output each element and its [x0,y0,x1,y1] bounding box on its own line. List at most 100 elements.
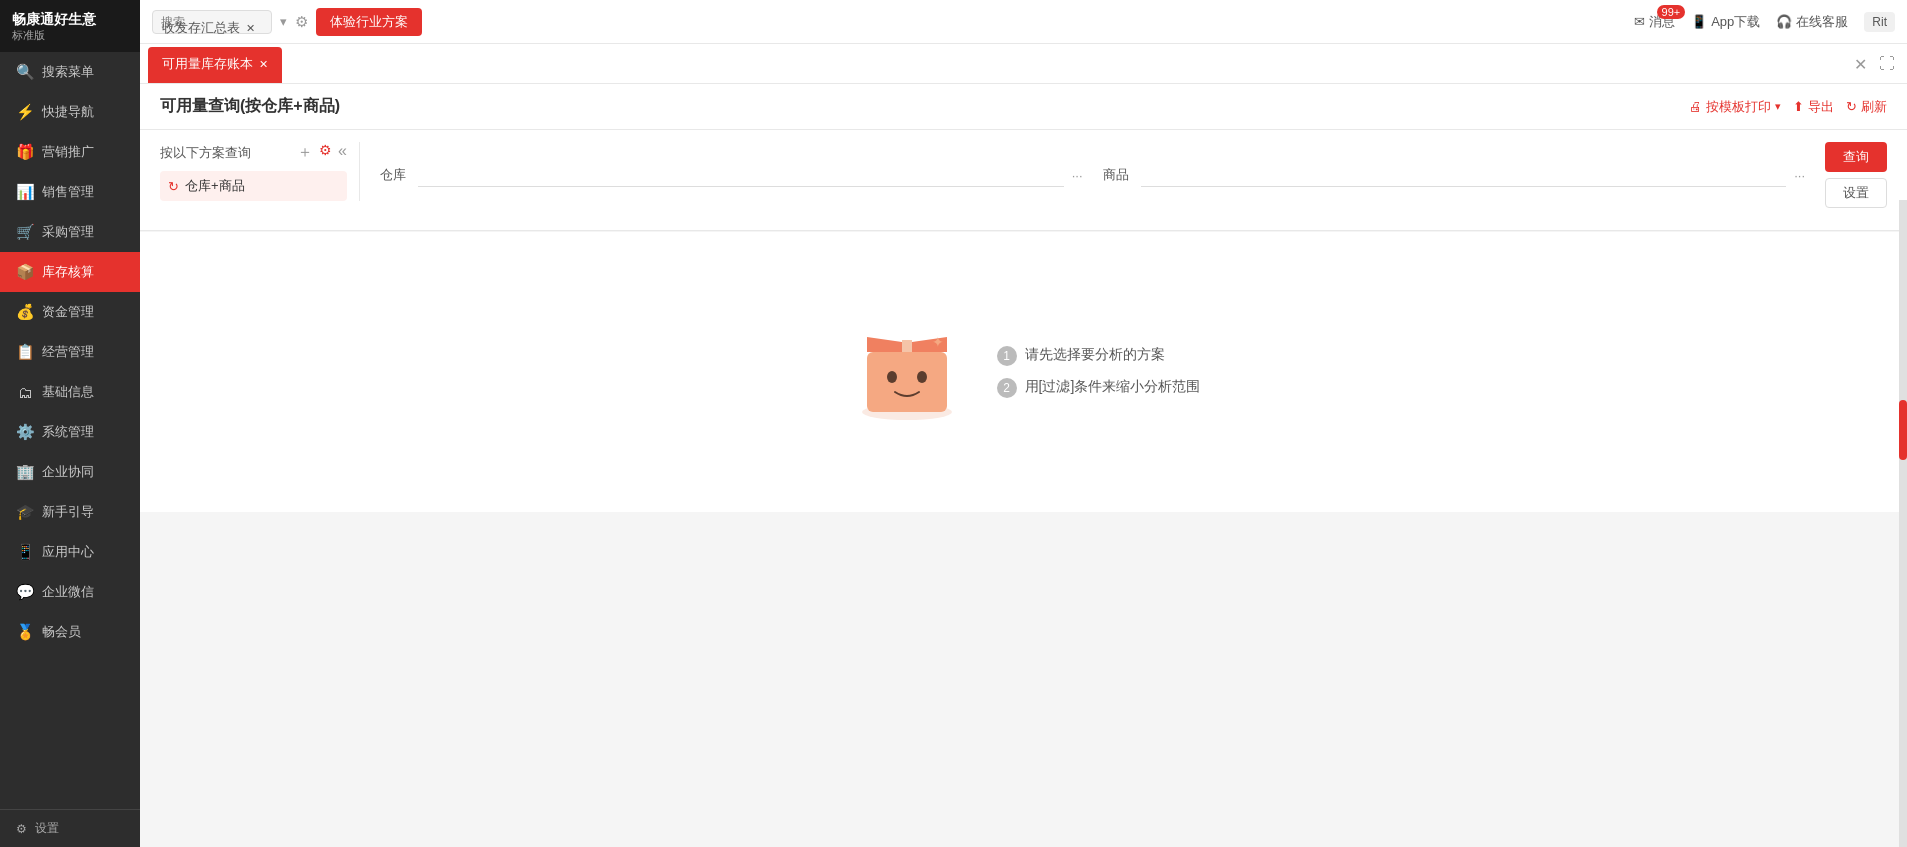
user-area[interactable]: Rit [1864,12,1895,32]
message-badge: 99+ [1657,5,1686,19]
sidebar-item-finance[interactable]: 💰资金管理 [0,292,140,332]
app-download-area[interactable]: 📱 App下载 [1691,13,1760,31]
sidebar-label-search: 搜索菜单 [42,63,94,81]
sidebar-item-enterprise[interactable]: 🏢 企业协同 [0,452,140,492]
sidebar-label-appcenter: 应用中心 [42,543,94,561]
headset-icon: 🎧 [1776,14,1792,29]
refresh-btn[interactable]: ↻ 刷新 [1846,98,1887,116]
sidebar-label-system: 系统管理 [42,423,94,441]
export-btn[interactable]: ⬆ 导出 [1793,98,1834,116]
sidebar-icon-enterprise: 🏢 [16,463,34,481]
sidebar-icon-newuser: 🎓 [16,503,34,521]
sidebar-label-member: 畅会员 [42,623,81,641]
svg-text:✦: ✦ [932,334,944,350]
sidebar-item-purchase[interactable]: 🛒采购管理 [0,212,140,252]
tab-close-available-ledger[interactable]: ✕ [259,58,268,71]
goods-more-icon[interactable]: ··· [1794,168,1805,183]
tip-2-text: 用[过滤]条件来缩小分析范围 [1025,378,1201,396]
warehouse-input[interactable] [418,163,1064,187]
sidebar-item-marketing[interactable]: 🎁营销推广 [0,132,140,172]
phone-icon: 📱 [1691,14,1707,29]
empty-state: ✦ 1 请先选择要分析的方案 2 用[过滤]条件来缩小分析范围 [140,232,1907,512]
sidebar-icon-system: ⚙️ [16,423,34,441]
sidebar-icon-search: 🔍 [16,63,34,81]
sidebar-scroll: 🔍 搜索菜单 ⚡快捷导航🎁营销推广📊销售管理🛒采购管理📦库存核算💰资金管理📋经营管理… [0,52,140,809]
sidebar-item-member[interactable]: 🏅 畅会员 [0,612,140,652]
scrollbar-thumb[interactable] [1899,400,1907,460]
print-chevron-icon: ▾ [1775,100,1781,113]
user-name-label: Rit [1872,15,1887,29]
online-service-area[interactable]: 🎧 在线客服 [1776,13,1848,31]
query-button[interactable]: 查询 [1825,142,1887,172]
sidebar-footer-label: 设置 [35,820,59,837]
page-header: 可用量查询(按仓库+商品) 🖨 按模板打印 ▾ ⬆ 导出 ↻ 刷新 [140,84,1907,130]
sidebar-icon-finance: 💰 [16,303,34,321]
sidebar-icon-operations: 📋 [16,343,34,361]
sidebar-icon-basic: 🗂 [16,384,34,401]
app-subtitle: 标准版 [12,28,128,42]
filter-right: 仓库 ··· 商品 ··· 查询 设置 [360,142,1887,218]
sidebar-item-appcenter[interactable]: 📱 应用中心 [0,532,140,572]
message-area[interactable]: ✉ 消息 99+ [1634,13,1675,31]
app-title: 畅康通好生意 [12,10,128,28]
sidebar-footer[interactable]: ⚙ 设置 [0,809,140,847]
online-service-label: 在线客服 [1796,13,1848,31]
settings-button[interactable]: 设置 [1825,178,1887,208]
warehouse-more-icon[interactable]: ··· [1072,168,1083,183]
tip-num-2: 2 [997,378,1017,398]
goods-input[interactable] [1141,163,1787,187]
sidebar-label-marketing: 营销推广 [42,143,94,161]
tab-label-receive-summary: 收发存汇总表 [162,19,240,37]
settings-icon: ⚙ [16,822,27,836]
tab-batch-ledger[interactable]: 库存批次账✕ [148,0,282,11]
sidebar-icon-sales: 📊 [16,183,34,201]
sidebar-item-basic[interactable]: 🗂基础信息 [0,372,140,412]
maximize-tab-btn[interactable]: ⛶ [1875,51,1899,77]
sidebar-item-inventory[interactable]: 📦库存核算 [0,252,140,292]
print-btn[interactable]: 🖨 按模板打印 ▾ [1689,98,1781,116]
sidebar-item-sales[interactable]: 📊销售管理 [0,172,140,212]
goods-field: 商品 ··· [1103,163,1806,187]
sidebar-item-operations[interactable]: 📋经营管理 [0,332,140,372]
scheme-settings-icon[interactable]: ⚙ [319,142,332,163]
refresh-label: 刷新 [1861,98,1887,116]
tip-1-text: 请先选择要分析的方案 [1025,346,1165,364]
sidebar-label-quicknav: 快捷导航 [42,103,94,121]
sidebar-icon-appcenter: 📱 [16,543,34,561]
empty-tips: 1 请先选择要分析的方案 2 用[过滤]条件来缩小分析范围 [997,346,1201,398]
sidebar-item-newuser[interactable]: 🎓新手引导 [0,492,140,532]
app-download-label: App下载 [1711,13,1760,31]
empty-tip-2: 2 用[过滤]条件来缩小分析范围 [997,378,1201,398]
empty-state-inner: ✦ 1 请先选择要分析的方案 2 用[过滤]条件来缩小分析范围 [847,312,1201,432]
sidebar-icon-member: 🏅 [16,623,34,641]
tabs-container: 首页库存批次账✕收发存汇总表✕可用量库存账本✕ [148,0,282,83]
sidebar-label-enterprise: 企业协同 [42,463,94,481]
tab-available-ledger[interactable]: 可用量库存账本✕ [148,47,282,83]
filter-row-1: 仓库 ··· 商品 ··· 查询 设置 [380,142,1887,208]
scheme-item[interactable]: ↻ 仓库+商品 [160,171,347,201]
empty-illustration: ✦ [847,312,967,432]
tab-receive-summary[interactable]: 收发存汇总表 ✕ [148,11,282,47]
sidebar-item-quicknav[interactable]: ⚡快捷导航 [0,92,140,132]
add-scheme-icon[interactable]: ＋ [297,142,313,163]
sidebar-header: 畅康通好生意 标准版 [0,0,140,52]
tab-close-receive-summary[interactable]: ✕ [246,22,255,35]
sidebar-item-wechat[interactable]: 💬企业微信 [0,572,140,612]
sidebar-item-system[interactable]: ⚙️ 系统管理 [0,412,140,452]
warehouse-label: 仓库 [380,166,410,184]
collapse-icon[interactable]: « [338,142,347,163]
svg-rect-1 [867,352,947,412]
action-buttons: 查询 设置 [1825,142,1887,208]
filter-left: 按以下方案查询 ＋ ⚙ « ↻ 仓库+商品 [160,142,360,201]
sidebar-icon-wechat: 💬 [16,583,34,601]
warehouse-field: 仓库 ··· [380,163,1083,187]
industry-btn[interactable]: 体验行业方案 [316,8,422,36]
filter-left-header: 按以下方案查询 ＋ ⚙ « [160,142,347,163]
refresh-icon: ↻ [1846,99,1857,114]
topbar-gear-icon[interactable]: ⚙ [295,13,308,31]
page-content: 可用量查询(按仓库+商品) 🖨 按模板打印 ▾ ⬆ 导出 ↻ 刷新 [140,84,1907,847]
tip-num-1: 1 [997,346,1017,366]
close-tab-btn[interactable]: ✕ [1850,50,1871,77]
sidebar-item-search[interactable]: 🔍 搜索菜单 [0,52,140,92]
filter-area: 按以下方案查询 ＋ ⚙ « ↻ 仓库+商品 仓库 [140,130,1907,231]
